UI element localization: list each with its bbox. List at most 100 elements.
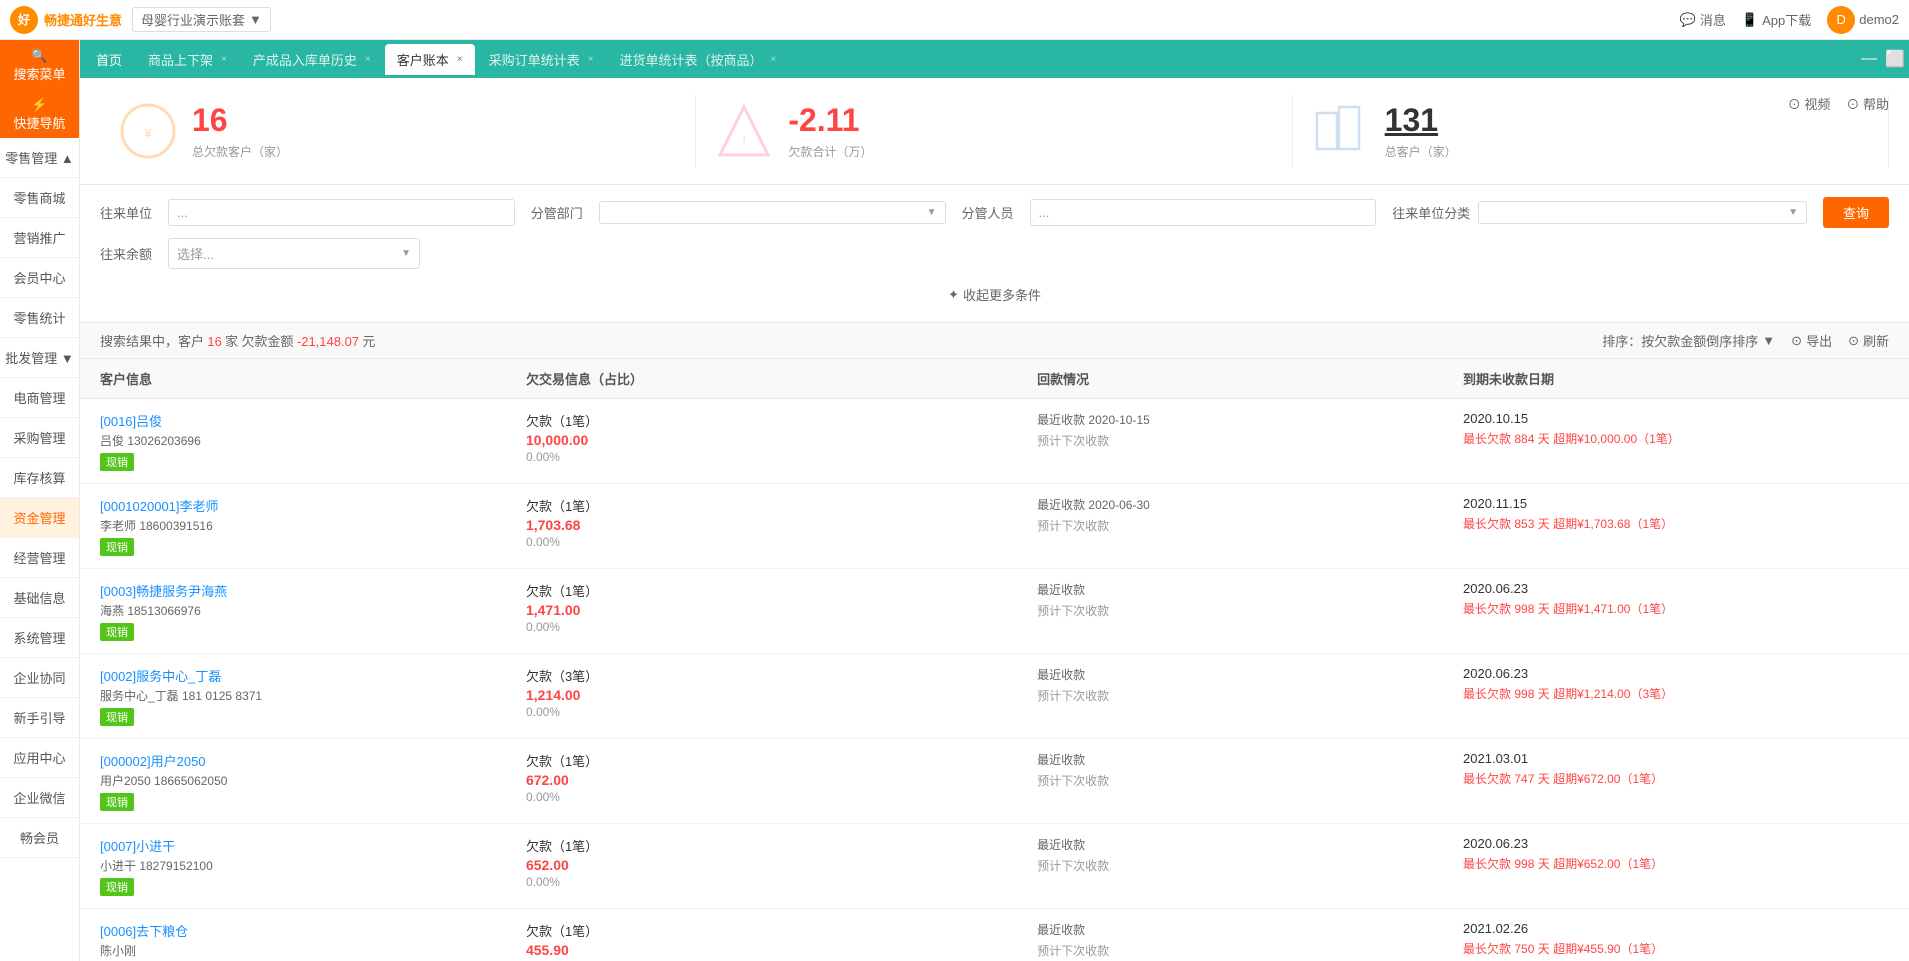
sidebar-item-wechat[interactable]: 企业微信 <box>0 778 79 818</box>
overdue-detail-4[interactable]: 最长欠款 747 天 超期¥672.00（1笔） <box>1463 770 1889 787</box>
sidebar-item-system[interactable]: 系统管理 <box>0 618 79 658</box>
store-selector[interactable]: 母婴行业演示账套 ▼ <box>132 7 271 32</box>
tab-product-history[interactable]: 产成品入库单历史 × <box>241 44 383 75</box>
tab-purchase-order[interactable]: 采购订单统计表 × <box>477 44 606 75</box>
sidebar-item-retail-stats[interactable]: 零售统计 <box>0 298 79 338</box>
customer-tag-3: 现销 <box>100 708 134 726</box>
sidebar-item-inventory[interactable]: 库存核算 <box>0 458 79 498</box>
debt-amount-6: 455.90 <box>526 942 1037 958</box>
tab-close-icon[interactable]: × <box>457 54 463 65</box>
sidebar-item-member[interactable]: 会员中心 <box>0 258 79 298</box>
export-button[interactable]: ⊙ 导出 <box>1791 331 1832 350</box>
overdue-detail-2[interactable]: 最长欠款 998 天 超期¥1,471.00（1笔） <box>1463 600 1889 617</box>
sidebar-item-ecommerce[interactable]: 电商管理 <box>0 378 79 418</box>
customer-link-0[interactable]: [0016]吕俊 <box>100 414 162 429</box>
tab-expand-icon[interactable]: ⬜ <box>1885 49 1905 69</box>
sidebar-item-beginner[interactable]: 新手引导 <box>0 698 79 738</box>
customer-link-4[interactable]: [000002]用户2050 <box>100 754 206 769</box>
sidebar-item-purchase[interactable]: 采购管理 <box>0 418 79 458</box>
sidebar-item-appstore[interactable]: 应用中心 <box>0 738 79 778</box>
sidebar-nav-label: 快捷导航 <box>4 113 75 132</box>
sidebar-item-label: 畅会员 <box>20 831 59 846</box>
tab-close-icon[interactable]: × <box>588 54 594 65</box>
store-arrow-icon: ▼ <box>249 12 262 27</box>
table-row: [0007]小进干 小进干 18279152100 现销 欠款（1笔） 652.… <box>80 824 1909 909</box>
customer-phone-0: 吕俊 13026203696 <box>100 432 526 449</box>
customer-tag-4: 现销 <box>100 793 134 811</box>
col-debt-6: 欠款（1笔） 455.90 0.00% <box>526 921 1037 961</box>
overdue-detail-0[interactable]: 最长欠款 884 天 超期¥10,000.00（1笔） <box>1463 430 1889 447</box>
tab-product-listing[interactable]: 商品上下架 × <box>136 44 239 75</box>
col-debt-3: 欠款（3笔） 1,214.00 0.00% <box>526 666 1037 719</box>
filter-unit-input[interactable]: ... <box>168 199 515 226</box>
filter-dept-label: 分管部门 <box>531 203 591 222</box>
tab-purchase-stats[interactable]: 进货单统计表（按商品） × <box>607 44 788 75</box>
debtors-label: 总欠款客户（家） <box>192 143 288 160</box>
col-customer-4: [000002]用户2050 用户2050 18665062050 现销 <box>100 751 526 811</box>
video-button[interactable]: ⊙ 视频 <box>1788 94 1831 113</box>
search-button[interactable]: 查询 <box>1823 197 1889 228</box>
sidebar-item-label: 零售管理 ▲ <box>5 151 73 166</box>
customer-link-6[interactable]: [0006]去下粮仓 <box>100 924 188 939</box>
overdue-detail-1[interactable]: 最长欠款 853 天 超期¥1,703.68（1笔） <box>1463 515 1889 532</box>
app-download-button[interactable]: 📱 App下载 <box>1742 10 1811 29</box>
sidebar-item-retail-management[interactable]: 零售管理 ▲ <box>0 138 79 178</box>
overdue-date-2: 2020.06.23 <box>1463 581 1889 596</box>
customer-link-1[interactable]: [0001020001]李老师 <box>100 499 219 514</box>
customer-link-5[interactable]: [0007]小进干 <box>100 839 175 854</box>
customer-link-2[interactable]: [0003]畅捷服务尹海燕 <box>100 584 227 599</box>
sort-label: 排序：按欠款金额倒序排序 <box>1602 331 1758 350</box>
debtors-value: 16 <box>192 102 288 139</box>
filter-person-input[interactable]: ... <box>1030 199 1377 226</box>
sort-selector[interactable]: 排序：按欠款金额倒序排序 ▼ <box>1602 331 1775 350</box>
collapse-button[interactable]: ✦ 收起更多条件 <box>100 279 1889 310</box>
sidebar-search[interactable]: 🔍 搜索菜单 <box>0 40 79 91</box>
filter-dept-select[interactable]: ▼ <box>599 201 946 224</box>
overdue-detail-5[interactable]: 最长欠款 998 天 超期¥652.00（1笔） <box>1463 855 1889 872</box>
repay-next-2: 预计下次收款 <box>1037 602 1463 619</box>
col-overdue-0: 2020.10.15 最长欠款 884 天 超期¥10,000.00（1笔） <box>1463 411 1889 447</box>
debt-count-1: 欠款（1笔） <box>526 496 1037 515</box>
user-menu[interactable]: D demo2 <box>1827 6 1899 34</box>
customer-link-3[interactable]: [0002]服务中心_丁磊 <box>100 669 221 684</box>
sidebar-item-wholesale[interactable]: 批发管理 ▼ <box>0 338 79 378</box>
repay-next-3: 预计下次收款 <box>1037 687 1463 704</box>
tab-close-icon[interactable]: × <box>221 54 227 65</box>
filter-balance-select[interactable]: 选择... ▼ <box>168 238 420 269</box>
overdue-detail-3[interactable]: 最长欠款 998 天 超期¥1,214.00（3笔） <box>1463 685 1889 702</box>
table-row: [0001020001]李老师 李老师 18600391516 现销 欠款（1笔… <box>80 484 1909 569</box>
col-customer-0: [0016]吕俊 吕俊 13026203696 现销 <box>100 411 526 471</box>
sidebar-item-label: 零售统计 <box>13 311 65 326</box>
results-header: 搜索结果中，客户 16 家 欠款金额 -21,148.07 元 排序：按欠款金额… <box>80 323 1909 359</box>
customer-tag-2: 现销 <box>100 623 134 641</box>
sidebar-item-retail-mall[interactable]: 零售商城 <box>0 178 79 218</box>
table-row: [0016]吕俊 吕俊 13026203696 现销 欠款（1笔） 10,000… <box>80 399 1909 484</box>
sidebar-item-label: 采购管理 <box>13 431 65 446</box>
help-button[interactable]: ⊙ 帮助 <box>1846 94 1889 113</box>
tab-minus-icon[interactable]: — <box>1861 50 1877 68</box>
sidebar-item-enterprise[interactable]: 企业协同 <box>0 658 79 698</box>
repay-next-6: 预计下次收款 <box>1037 942 1463 959</box>
customer-phone-5: 小进干 18279152100 <box>100 857 526 874</box>
filter-unit-class-select[interactable]: ▼ <box>1478 201 1807 224</box>
message-button[interactable]: 💬 消息 <box>1680 10 1726 29</box>
sidebar-item-finance[interactable]: 资金管理 <box>0 498 79 538</box>
sidebar-item-basic-info[interactable]: 基础信息 <box>0 578 79 618</box>
sidebar-nav[interactable]: ⚡ 快捷导航 <box>0 91 79 138</box>
results-debt-amount: -21,148.07 <box>297 334 359 349</box>
sidebar-item-operations[interactable]: 经营管理 <box>0 538 79 578</box>
debt-amount-4: 672.00 <box>526 772 1037 788</box>
overdue-detail-6[interactable]: 最长欠款 750 天 超期¥455.90（1笔） <box>1463 940 1889 957</box>
header-repay: 回款情况 <box>1037 369 1463 388</box>
tab-customer-account[interactable]: 客户账本 × <box>385 44 475 75</box>
filter-balance-label: 往来余额 <box>100 244 160 263</box>
repay-last-4: 最近收款 <box>1037 751 1463 768</box>
tab-close-icon[interactable]: × <box>365 54 371 65</box>
debt-count-3: 欠款（3笔） <box>526 666 1037 685</box>
refresh-button[interactable]: ⊙ 刷新 <box>1848 331 1889 350</box>
sidebar-item-marketing[interactable]: 营销推广 <box>0 218 79 258</box>
debt-percent-3: 0.00% <box>526 705 1037 719</box>
tab-home[interactable]: 首页 <box>84 44 134 75</box>
tab-close-icon[interactable]: × <box>770 54 776 65</box>
sidebar-item-member-plus[interactable]: 畅会员 <box>0 818 79 858</box>
